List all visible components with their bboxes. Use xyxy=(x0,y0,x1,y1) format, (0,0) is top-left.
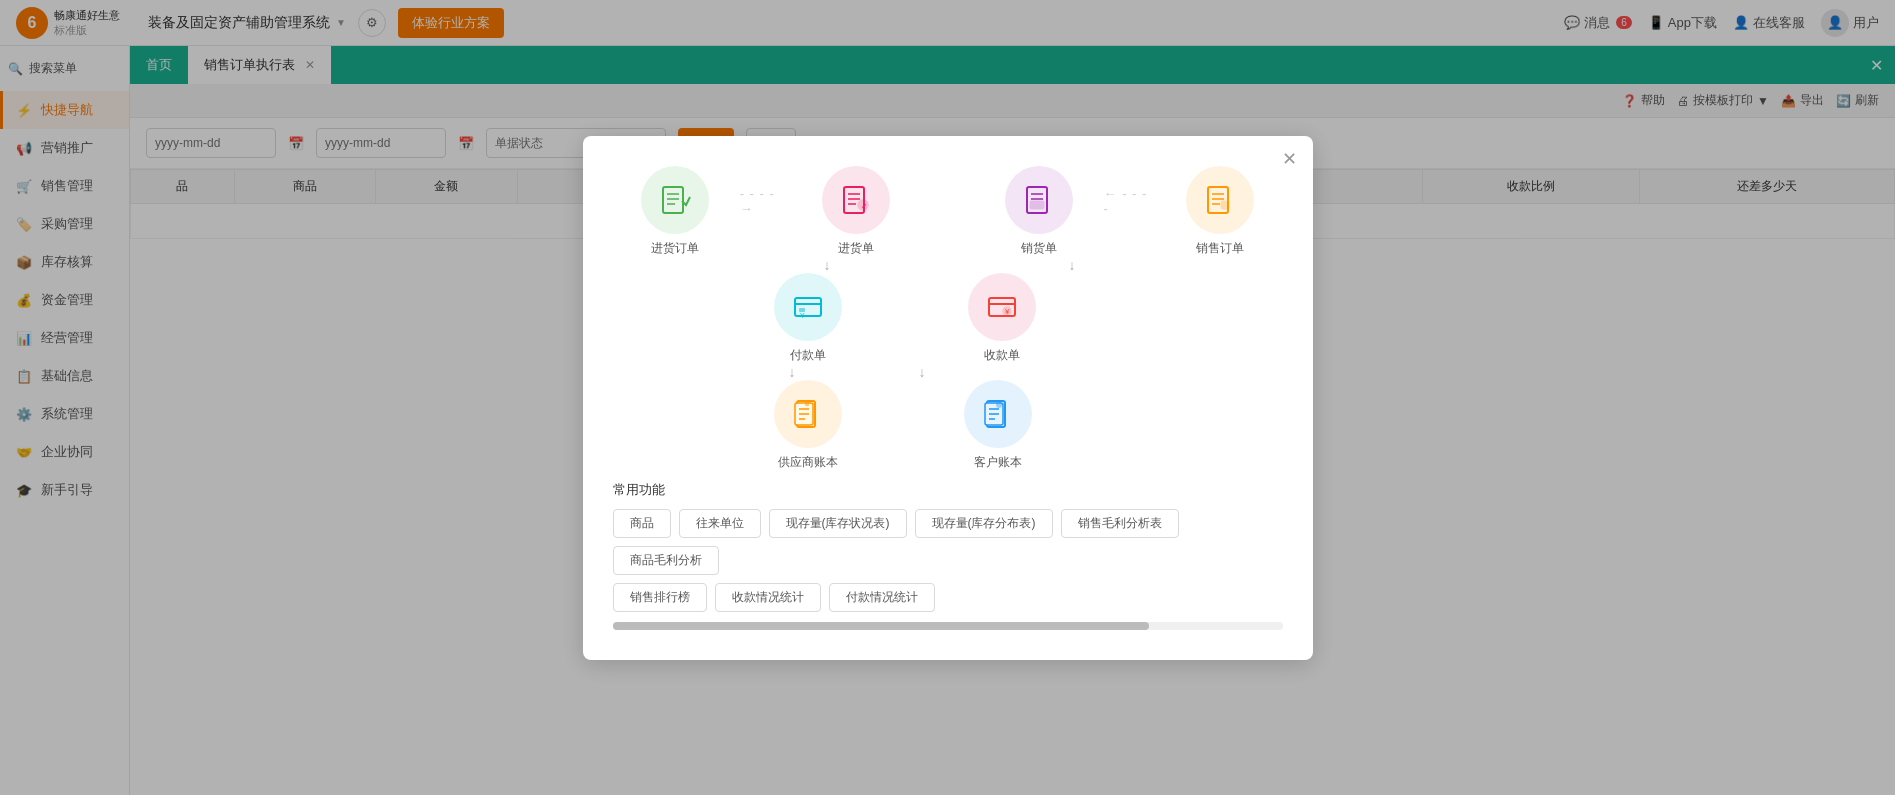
payment-icon: ¥ xyxy=(774,273,842,341)
svg-text:✓: ✓ xyxy=(861,202,868,211)
func-btn-partner[interactable]: 往来单位 xyxy=(679,509,761,538)
svg-rect-13 xyxy=(1030,201,1044,209)
sales-order-label: 销售订单 xyxy=(1196,240,1244,257)
sales-order-icon xyxy=(1186,166,1254,234)
func-btn-row-1: 商品 往来单位 现存量(库存状况表) 现存量(库存分布表) 销售毛利分析表 商品… xyxy=(613,509,1283,575)
purchase-order-icon xyxy=(641,166,709,234)
flow-node-purchase-order: 进货订单 xyxy=(613,166,738,257)
modal-overlay[interactable]: ✕ 进货订单 - - - - → ✓ 进货单 xyxy=(0,0,1895,795)
svg-rect-19 xyxy=(795,298,821,316)
sales-bill-label: 销货单 xyxy=(1021,240,1057,257)
purchase-order-label: 进货订单 xyxy=(651,240,699,257)
func-btn-sales-rank[interactable]: 销售排行榜 xyxy=(613,583,707,612)
receipt-icon: ¥ xyxy=(968,273,1036,341)
svg-rect-18 xyxy=(1221,201,1229,209)
flow-diagram: 进货订单 - - - - → ✓ 进货单 xyxy=(613,166,1283,471)
flow-node-payment: ¥ 付款单 xyxy=(743,273,873,364)
modal-scrollbar-thumb xyxy=(613,622,1149,630)
flow-node-customer-account: 客户账本 xyxy=(933,380,1063,471)
common-func-title: 常用功能 xyxy=(613,481,1283,499)
sales-bill-icon xyxy=(1005,166,1073,234)
arrow-v3: ↓ xyxy=(743,364,811,380)
arrow-v4: ↓ xyxy=(873,364,941,380)
func-btn-sales-profit[interactable]: 销售毛利分析表 xyxy=(1061,509,1179,538)
customer-account-label: 客户账本 xyxy=(974,454,1022,471)
func-btn-product-profit[interactable]: 商品毛利分析 xyxy=(613,546,719,575)
arrow-v1: ↓ xyxy=(778,257,846,273)
common-functions: 常用功能 商品 往来单位 现存量(库存状况表) 现存量(库存分布表) 销售毛利分… xyxy=(613,481,1283,612)
svg-text:¥: ¥ xyxy=(799,311,805,320)
func-btn-stock-dist[interactable]: 现存量(库存分布表) xyxy=(915,509,1053,538)
arrow-v2: ↓ xyxy=(1023,257,1091,273)
receipt-label: 收款单 xyxy=(984,347,1020,364)
supplier-account-icon xyxy=(774,380,842,448)
arrow-h2: ← - - - - xyxy=(1104,186,1156,236)
func-btn-row-2: 销售排行榜 收款情况统计 付款情况统计 xyxy=(613,583,1283,612)
svg-rect-32 xyxy=(805,400,809,406)
flow-node-purchase-bill: ✓ 进货单 xyxy=(793,166,918,257)
func-btn-receipt-stats[interactable]: 收款情况统计 xyxy=(715,583,821,612)
func-btn-stock-status[interactable]: 现存量(库存状况表) xyxy=(769,509,907,538)
payment-label: 付款单 xyxy=(790,347,826,364)
flow-node-supplier-account: 供应商账本 xyxy=(743,380,873,471)
svg-point-38 xyxy=(996,402,1002,408)
flow-node-receipt: ¥ 收款单 xyxy=(937,273,1067,364)
modal-scrollbar[interactable] xyxy=(613,622,1283,630)
flow-node-sales-order: 销售订单 xyxy=(1157,166,1282,257)
flow-node-sales-bill: 销货单 xyxy=(976,166,1101,257)
supplier-account-label: 供应商账本 xyxy=(778,454,838,471)
func-btn-product[interactable]: 商品 xyxy=(613,509,671,538)
svg-text:¥: ¥ xyxy=(1004,307,1010,316)
purchase-bill-icon: ✓ xyxy=(822,166,890,234)
purchase-bill-label: 进货单 xyxy=(838,240,874,257)
modal: ✕ 进货订单 - - - - → ✓ 进货单 xyxy=(583,136,1313,660)
customer-account-icon xyxy=(964,380,1032,448)
arrow-h1: - - - - → xyxy=(740,186,792,236)
svg-rect-0 xyxy=(663,187,683,213)
modal-close-btn[interactable]: ✕ xyxy=(1282,148,1297,170)
func-btn-payment-stats[interactable]: 付款情况统计 xyxy=(829,583,935,612)
